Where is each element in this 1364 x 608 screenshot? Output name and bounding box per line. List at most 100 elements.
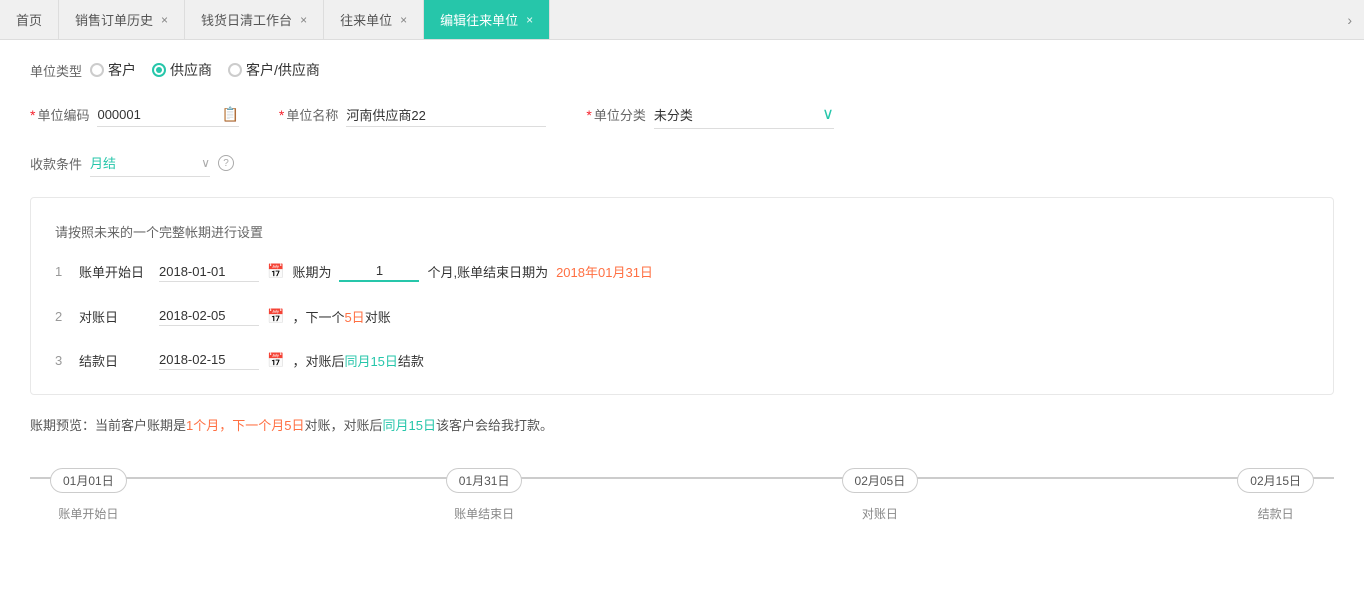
- start-date-input[interactable]: [159, 262, 259, 282]
- unit-category-select[interactable]: 未分类 ∨: [654, 100, 834, 129]
- radio-supplier-label: 供应商: [170, 60, 212, 80]
- tab-sales-order-history-close[interactable]: ×: [161, 13, 168, 27]
- setting-label-2: 对账日: [79, 307, 159, 326]
- unit-code-label: 单位编码: [37, 105, 89, 124]
- payment-terms-help[interactable]: ?: [218, 155, 234, 171]
- setting-index-1: 1: [55, 264, 79, 279]
- payment-terms-label: 收款条件: [30, 154, 82, 173]
- setting-index-3: 3: [55, 353, 79, 368]
- unit-type-radios: 客户 供应商 客户/供应商: [90, 60, 320, 80]
- setting-value-2: 📅 ，下一个5日对账: [159, 306, 391, 326]
- tab-cash-work-close[interactable]: ×: [300, 13, 307, 27]
- radio-customer-supplier[interactable]: 客户/供应商: [228, 60, 320, 80]
- period-months-input[interactable]: [339, 261, 419, 282]
- tab-partner-label: 往来单位: [340, 10, 392, 29]
- payment-terms-select[interactable]: 月结 ∨: [90, 149, 210, 177]
- radio-customer-label: 客户: [108, 60, 136, 80]
- preview-part2: 下一个月5日: [232, 418, 304, 433]
- setting-index-2: 2: [55, 309, 79, 324]
- reconcile-date-input[interactable]: [159, 306, 259, 326]
- setting-row-2: 2 对账日 📅 ，下一个5日对账: [55, 306, 1309, 326]
- preview-text: 账期预览：当前客户账期是1个月，下一个月5日对账，对账后同月15日该客户会给我打…: [30, 415, 1334, 434]
- radio-customer[interactable]: 客户: [90, 60, 136, 80]
- tab-edit-partner-label: 编辑往来单位: [440, 10, 518, 29]
- payment-date-calendar-icon[interactable]: 📅: [267, 352, 284, 369]
- period-label: 账期为: [292, 262, 331, 281]
- tab-sales-order-history[interactable]: 销售订单历史 ×: [59, 0, 185, 39]
- timeline-date-0: 01月01日: [50, 468, 127, 493]
- unit-name-input[interactable]: [346, 103, 546, 127]
- setting-value-1: 📅 账期为 个月,账单结束日期为 2018年01月31日: [159, 261, 653, 282]
- preview-prefix: 账期预览：当前客户账期是: [30, 418, 186, 433]
- unit-code-group: * 单位编码 📋: [30, 103, 239, 127]
- unit-name-group: * 单位名称: [279, 103, 546, 127]
- setting-label-3: 结款日: [79, 351, 159, 370]
- setting-row-3: 3 结款日 📅 ，对账后同月15日结款: [55, 350, 1309, 370]
- payment-terms-value: 月结: [90, 153, 193, 172]
- preview-part5: 该客户会给我打款。: [436, 418, 553, 433]
- timeline-label-1: 账单结束日: [454, 505, 514, 522]
- period-settings-card: 请按照未来的一个完整帐期进行设置 1 账单开始日 📅 账期为 个月,账单结束日期…: [30, 197, 1334, 395]
- period-end-date: 2018年01月31日: [556, 262, 653, 281]
- unit-type-row: 单位类型 客户 供应商 客户/供应商: [30, 60, 1334, 80]
- unit-info-row: * 单位编码 📋 * 单位名称 * 单位分类 未分类 ∨: [30, 100, 1334, 129]
- timeline-date-1: 01月31日: [446, 468, 523, 493]
- tab-partner[interactable]: 往来单位 ×: [324, 0, 424, 39]
- tab-bar: 首页 销售订单历史 × 钱货日清工作台 × 往来单位 × 编辑往来单位 × ›: [0, 0, 1364, 40]
- tab-scroll-arrow[interactable]: ›: [1335, 12, 1364, 28]
- timeline-item-0: 01月01日 账单开始日: [50, 468, 127, 522]
- payment-terms-group: 收款条件 月结 ∨ ?: [30, 149, 234, 177]
- radio-supplier[interactable]: 供应商: [152, 60, 212, 80]
- tab-cash-work[interactable]: 钱货日清工作台 ×: [185, 0, 324, 39]
- unit-category-label: 单位分类: [594, 105, 646, 124]
- timeline-items: 01月01日 账单开始日 01月31日 账单结束日 02月05日 对账日 02月…: [50, 468, 1314, 522]
- payment-terms-arrow: ∨: [201, 156, 210, 170]
- preview-part3: 对账，对账后: [304, 418, 382, 433]
- period-unit: 个月,账单结束日期为: [427, 262, 548, 281]
- timeline-label-3: 结款日: [1258, 505, 1294, 522]
- tab-home-label: 首页: [16, 10, 42, 29]
- setting-value-3: 📅 ，对账后同月15日结款: [159, 350, 424, 370]
- preview-part1: 1个月，: [186, 418, 232, 433]
- radio-customer-supplier-circle: [228, 63, 242, 77]
- timeline-date-3: 02月15日: [1237, 468, 1314, 493]
- payment-desc: ，对账后同月15日结款: [292, 351, 424, 370]
- unit-name-required: *: [279, 107, 284, 123]
- radio-customer-circle: [90, 63, 104, 77]
- timeline-label-0: 账单开始日: [58, 505, 118, 522]
- main-content: 单位类型 客户 供应商 客户/供应商 * 单位编码: [0, 40, 1364, 608]
- preview-part4: 同月15日: [383, 418, 436, 433]
- unit-code-input-wrapper: 📋: [97, 103, 238, 127]
- timeline-item-3: 02月15日 结款日: [1237, 468, 1314, 522]
- unit-code-required: *: [30, 107, 35, 123]
- tab-home[interactable]: 首页: [0, 0, 59, 39]
- setting-row-1: 1 账单开始日 📅 账期为 个月,账单结束日期为 2018年01月31日: [55, 261, 1309, 282]
- reconcile-date-calendar-icon[interactable]: 📅: [267, 308, 284, 325]
- radio-customer-supplier-label: 客户/供应商: [246, 60, 320, 80]
- reconcile-desc: ，下一个5日对账: [292, 307, 390, 326]
- tab-partner-close[interactable]: ×: [400, 13, 407, 27]
- unit-name-label: 单位名称: [286, 105, 338, 124]
- unit-category-value: 未分类: [654, 105, 814, 124]
- timeline-item-1: 01月31日 账单结束日: [446, 468, 523, 522]
- timeline-item-2: 02月05日 对账日: [842, 468, 919, 522]
- unit-code-input[interactable]: [97, 103, 217, 126]
- tab-edit-partner[interactable]: 编辑往来单位 ×: [424, 0, 550, 39]
- unit-category-required: *: [586, 107, 591, 123]
- tab-sales-order-history-label: 销售订单历史: [75, 10, 153, 29]
- tab-cash-work-label: 钱货日清工作台: [201, 10, 292, 29]
- start-date-calendar-icon[interactable]: 📅: [267, 263, 284, 280]
- unit-category-arrow: ∨: [822, 104, 834, 124]
- timeline: 01月01日 账单开始日 01月31日 账单结束日 02月05日 对账日 02月…: [30, 458, 1334, 532]
- tab-edit-partner-close[interactable]: ×: [526, 13, 533, 27]
- timeline-date-2: 02月05日: [842, 468, 919, 493]
- unit-code-icon[interactable]: 📋: [221, 106, 238, 123]
- section-hint: 请按照未来的一个完整帐期进行设置: [55, 222, 1309, 241]
- payment-terms-row: 收款条件 月结 ∨ ?: [30, 149, 1334, 177]
- setting-label-1: 账单开始日: [79, 262, 159, 281]
- radio-supplier-circle: [152, 63, 166, 77]
- timeline-label-2: 对账日: [862, 505, 898, 522]
- payment-date-input[interactable]: [159, 350, 259, 370]
- unit-category-group: * 单位分类 未分类 ∨: [586, 100, 833, 129]
- unit-type-label: 单位类型: [30, 61, 82, 80]
